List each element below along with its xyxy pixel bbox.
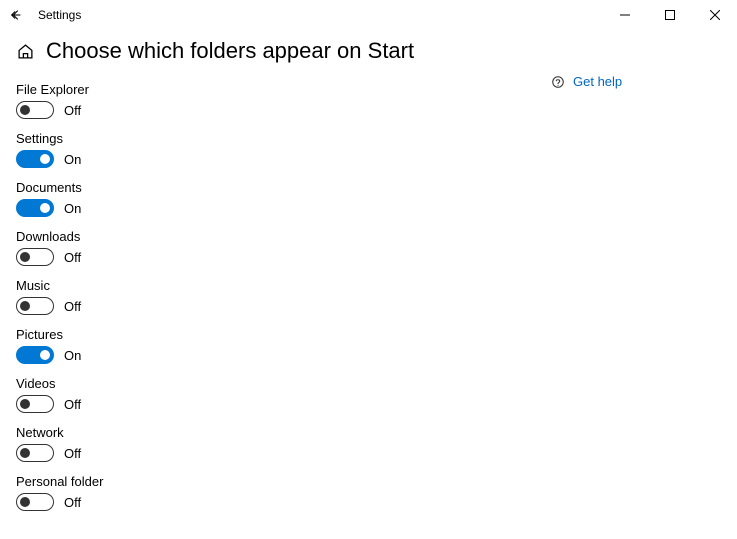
toggle-row-videos: Off (16, 395, 551, 413)
back-button[interactable] (8, 7, 24, 23)
toggle-state-documents: On (64, 201, 81, 216)
toggle-row-personal-folder: Off (16, 493, 551, 511)
toggle-label-file-explorer: File Explorer (16, 82, 551, 97)
toggle-label-network: Network (16, 425, 551, 440)
toggle-row-pictures: On (16, 346, 551, 364)
home-icon (17, 43, 34, 60)
minimize-icon (620, 10, 630, 20)
toggle-switch-downloads[interactable] (16, 248, 54, 266)
titlebar-left: Settings (8, 7, 81, 23)
toggle-label-videos: Videos (16, 376, 551, 391)
titlebar: Settings (0, 0, 737, 30)
close-button[interactable] (692, 0, 737, 30)
toggle-switch-pictures[interactable] (16, 346, 54, 364)
toggle-label-music: Music (16, 278, 551, 293)
page-header: Choose which folders appear on Start (16, 38, 551, 64)
toggle-item-music: Music Off (16, 278, 551, 315)
toggle-item-documents: Documents On (16, 180, 551, 217)
toggle-state-music: Off (64, 299, 81, 314)
toggle-switch-documents[interactable] (16, 199, 54, 217)
toggle-item-network: Network Off (16, 425, 551, 462)
toggle-knob (40, 203, 50, 213)
toggle-label-settings: Settings (16, 131, 551, 146)
toggle-knob (40, 154, 50, 164)
toggle-knob (20, 252, 30, 262)
toggle-switch-file-explorer[interactable] (16, 101, 54, 119)
close-icon (710, 10, 720, 20)
get-help-link[interactable]: Get help (551, 74, 721, 89)
toggle-row-file-explorer: Off (16, 101, 551, 119)
toggle-item-pictures: Pictures On (16, 327, 551, 364)
toggle-row-settings: On (16, 150, 551, 168)
toggle-list: File Explorer Off Settings On Documents On Dow… (16, 82, 551, 511)
toggle-item-personal-folder: Personal folder Off (16, 474, 551, 511)
toggle-state-pictures: On (64, 348, 81, 363)
toggle-state-settings: On (64, 152, 81, 167)
toggle-label-documents: Documents (16, 180, 551, 195)
toggle-knob (20, 301, 30, 311)
toggle-state-videos: Off (64, 397, 81, 412)
side-column: Get help (551, 38, 721, 523)
maximize-button[interactable] (647, 0, 692, 30)
toggle-label-downloads: Downloads (16, 229, 551, 244)
page-title: Choose which folders appear on Start (46, 38, 414, 64)
toggle-switch-videos[interactable] (16, 395, 54, 413)
maximize-icon (665, 10, 675, 20)
toggle-row-network: Off (16, 444, 551, 462)
help-icon (551, 75, 565, 89)
main-column: Choose which folders appear on Start Fil… (16, 38, 551, 523)
toggle-state-file-explorer: Off (64, 103, 81, 118)
toggle-state-personal-folder: Off (64, 495, 81, 510)
home-button[interactable] (16, 42, 34, 60)
toggle-item-videos: Videos Off (16, 376, 551, 413)
toggle-knob (20, 497, 30, 507)
toggle-item-file-explorer: File Explorer Off (16, 82, 551, 119)
toggle-item-downloads: Downloads Off (16, 229, 551, 266)
arrow-left-icon (9, 8, 23, 22)
toggle-row-downloads: Off (16, 248, 551, 266)
toggle-knob (20, 399, 30, 409)
toggle-row-documents: On (16, 199, 551, 217)
toggle-switch-settings[interactable] (16, 150, 54, 168)
get-help-label: Get help (573, 74, 622, 89)
toggle-knob (20, 105, 30, 115)
window-controls (602, 0, 737, 30)
toggle-state-network: Off (64, 446, 81, 461)
toggle-switch-personal-folder[interactable] (16, 493, 54, 511)
toggle-state-downloads: Off (64, 250, 81, 265)
toggle-knob (20, 448, 30, 458)
toggle-switch-music[interactable] (16, 297, 54, 315)
app-title: Settings (38, 8, 81, 22)
toggle-knob (40, 350, 50, 360)
minimize-button[interactable] (602, 0, 647, 30)
toggle-switch-network[interactable] (16, 444, 54, 462)
toggle-label-personal-folder: Personal folder (16, 474, 551, 489)
toggle-label-pictures: Pictures (16, 327, 551, 342)
content: Choose which folders appear on Start Fil… (0, 30, 737, 539)
toggle-row-music: Off (16, 297, 551, 315)
toggle-item-settings: Settings On (16, 131, 551, 168)
